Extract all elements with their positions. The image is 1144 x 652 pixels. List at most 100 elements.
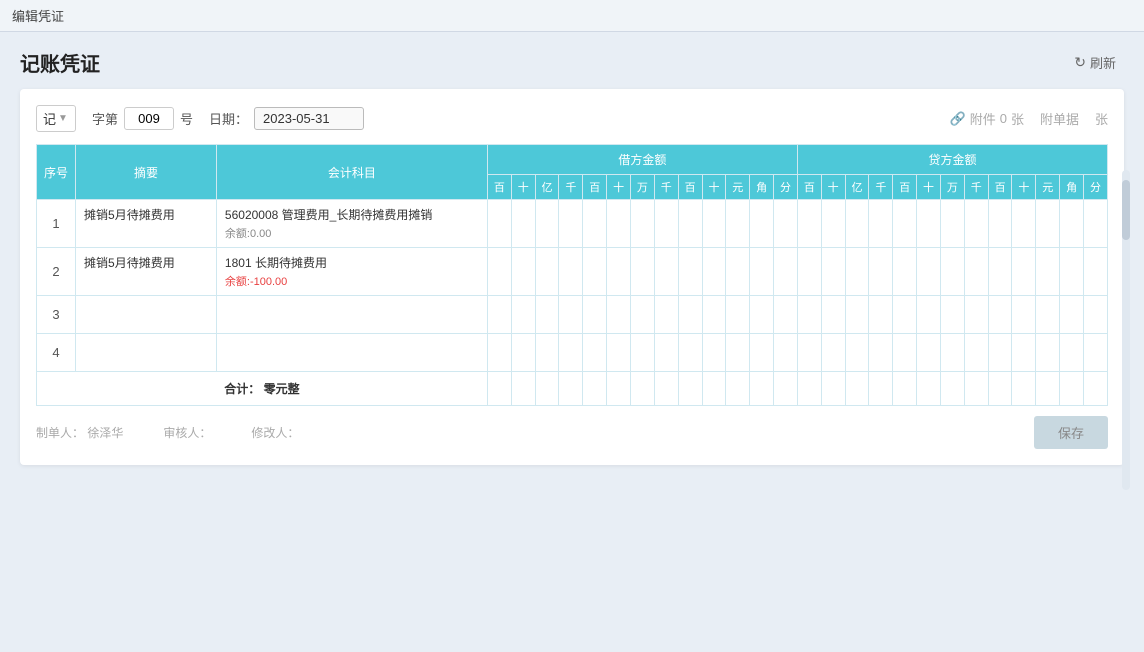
credit-cell-1-12[interactable] bbox=[1084, 248, 1108, 296]
credit-cell-2-6[interactable] bbox=[940, 296, 964, 334]
credit-cell-1-8[interactable] bbox=[988, 248, 1012, 296]
credit-cell-2-12[interactable] bbox=[1084, 296, 1108, 334]
scrollbar[interactable] bbox=[1122, 170, 1130, 490]
credit-cell-0-2[interactable] bbox=[845, 200, 869, 248]
debit-cell-1-1[interactable] bbox=[511, 248, 535, 296]
debit-cell-3-7[interactable] bbox=[654, 334, 678, 372]
credit-cell-2-3[interactable] bbox=[869, 296, 893, 334]
credit-cell-2-2[interactable] bbox=[845, 296, 869, 334]
debit-cell-2-1[interactable] bbox=[511, 296, 535, 334]
debit-cell-1-0[interactable] bbox=[487, 248, 511, 296]
debit-cell-3-5[interactable] bbox=[607, 334, 631, 372]
credit-cell-1-9[interactable] bbox=[1012, 248, 1036, 296]
save-button[interactable]: 保存 bbox=[1034, 416, 1108, 449]
row-summary-2[interactable] bbox=[76, 296, 217, 334]
debit-cell-1-7[interactable] bbox=[654, 248, 678, 296]
debit-cell-2-6[interactable] bbox=[630, 296, 654, 334]
credit-cell-0-5[interactable] bbox=[917, 200, 941, 248]
debit-cell-0-2[interactable] bbox=[535, 200, 559, 248]
debit-cell-3-2[interactable] bbox=[535, 334, 559, 372]
debit-cell-0-10[interactable] bbox=[726, 200, 750, 248]
credit-cell-3-0[interactable] bbox=[797, 334, 821, 372]
debit-cell-2-11[interactable] bbox=[750, 296, 774, 334]
credit-cell-1-1[interactable] bbox=[821, 248, 845, 296]
debit-cell-0-0[interactable] bbox=[487, 200, 511, 248]
debit-cell-0-5[interactable] bbox=[607, 200, 631, 248]
credit-cell-0-9[interactable] bbox=[1012, 200, 1036, 248]
debit-cell-3-6[interactable] bbox=[630, 334, 654, 372]
credit-cell-3-5[interactable] bbox=[917, 334, 941, 372]
debit-cell-3-12[interactable] bbox=[774, 334, 798, 372]
debit-cell-2-5[interactable] bbox=[607, 296, 631, 334]
credit-cell-3-4[interactable] bbox=[893, 334, 917, 372]
credit-cell-1-5[interactable] bbox=[917, 248, 941, 296]
zidi-input[interactable] bbox=[124, 107, 174, 130]
debit-cell-3-3[interactable] bbox=[559, 334, 583, 372]
debit-cell-2-12[interactable] bbox=[774, 296, 798, 334]
debit-cell-1-10[interactable] bbox=[726, 248, 750, 296]
debit-cell-3-9[interactable] bbox=[702, 334, 726, 372]
credit-cell-1-7[interactable] bbox=[964, 248, 988, 296]
debit-cell-1-2[interactable] bbox=[535, 248, 559, 296]
credit-cell-3-3[interactable] bbox=[869, 334, 893, 372]
debit-cell-0-1[interactable] bbox=[511, 200, 535, 248]
table-row[interactable]: 1摊销5月待摊费用56020008 管理费用_长期待摊费用摊销余额:0.00 bbox=[37, 200, 1108, 248]
debit-cell-3-10[interactable] bbox=[726, 334, 750, 372]
credit-cell-3-9[interactable] bbox=[1012, 334, 1036, 372]
credit-cell-2-10[interactable] bbox=[1036, 296, 1060, 334]
debit-cell-1-8[interactable] bbox=[678, 248, 702, 296]
row-summary-0[interactable]: 摊销5月待摊费用 bbox=[76, 200, 217, 248]
credit-cell-3-6[interactable] bbox=[940, 334, 964, 372]
credit-cell-2-1[interactable] bbox=[821, 296, 845, 334]
debit-cell-1-11[interactable] bbox=[750, 248, 774, 296]
credit-cell-0-8[interactable] bbox=[988, 200, 1012, 248]
debit-cell-1-5[interactable] bbox=[607, 248, 631, 296]
row-summary-3[interactable] bbox=[76, 334, 217, 372]
debit-cell-3-11[interactable] bbox=[750, 334, 774, 372]
credit-cell-2-0[interactable] bbox=[797, 296, 821, 334]
credit-cell-1-10[interactable] bbox=[1036, 248, 1060, 296]
credit-cell-2-9[interactable] bbox=[1012, 296, 1036, 334]
debit-cell-3-1[interactable] bbox=[511, 334, 535, 372]
credit-cell-2-8[interactable] bbox=[988, 296, 1012, 334]
credit-cell-0-12[interactable] bbox=[1084, 200, 1108, 248]
credit-cell-1-4[interactable] bbox=[893, 248, 917, 296]
row-account-3[interactable] bbox=[216, 334, 487, 372]
credit-cell-3-2[interactable] bbox=[845, 334, 869, 372]
ji-select[interactable]: 记 ▼ bbox=[36, 105, 76, 132]
row-summary-1[interactable]: 摊销5月待摊费用 bbox=[76, 248, 217, 296]
debit-cell-0-7[interactable] bbox=[654, 200, 678, 248]
credit-cell-2-4[interactable] bbox=[893, 296, 917, 334]
refresh-button[interactable]: ↻ 刷新 bbox=[1066, 49, 1124, 76]
credit-cell-0-7[interactable] bbox=[964, 200, 988, 248]
table-row[interactable]: 2摊销5月待摊费用1801 长期待摊费用余额:-100.00 bbox=[37, 248, 1108, 296]
debit-cell-2-3[interactable] bbox=[559, 296, 583, 334]
credit-cell-2-5[interactable] bbox=[917, 296, 941, 334]
credit-cell-3-7[interactable] bbox=[964, 334, 988, 372]
debit-cell-2-10[interactable] bbox=[726, 296, 750, 334]
fudanju-label[interactable]: 附单据 bbox=[1040, 109, 1079, 128]
debit-cell-0-3[interactable] bbox=[559, 200, 583, 248]
row-account-0[interactable]: 56020008 管理费用_长期待摊费用摊销余额:0.00 bbox=[216, 200, 487, 248]
credit-cell-2-11[interactable] bbox=[1060, 296, 1084, 334]
row-account-2[interactable] bbox=[216, 296, 487, 334]
credit-cell-0-0[interactable] bbox=[797, 200, 821, 248]
credit-cell-3-11[interactable] bbox=[1060, 334, 1084, 372]
debit-cell-0-6[interactable] bbox=[630, 200, 654, 248]
credit-cell-1-0[interactable] bbox=[797, 248, 821, 296]
credit-cell-3-10[interactable] bbox=[1036, 334, 1060, 372]
debit-cell-3-4[interactable] bbox=[583, 334, 607, 372]
credit-cell-0-1[interactable] bbox=[821, 200, 845, 248]
table-row[interactable]: 3 bbox=[37, 296, 1108, 334]
attachment-link[interactable]: 🔗 附件 0 张 bbox=[950, 109, 1024, 128]
date-input[interactable] bbox=[254, 107, 364, 130]
credit-cell-0-10[interactable] bbox=[1036, 200, 1060, 248]
table-row[interactable]: 4 bbox=[37, 334, 1108, 372]
credit-cell-0-3[interactable] bbox=[869, 200, 893, 248]
row-account-1[interactable]: 1801 长期待摊费用余额:-100.00 bbox=[216, 248, 487, 296]
debit-cell-0-8[interactable] bbox=[678, 200, 702, 248]
credit-cell-1-11[interactable] bbox=[1060, 248, 1084, 296]
debit-cell-2-0[interactable] bbox=[487, 296, 511, 334]
debit-cell-2-7[interactable] bbox=[654, 296, 678, 334]
debit-cell-0-9[interactable] bbox=[702, 200, 726, 248]
